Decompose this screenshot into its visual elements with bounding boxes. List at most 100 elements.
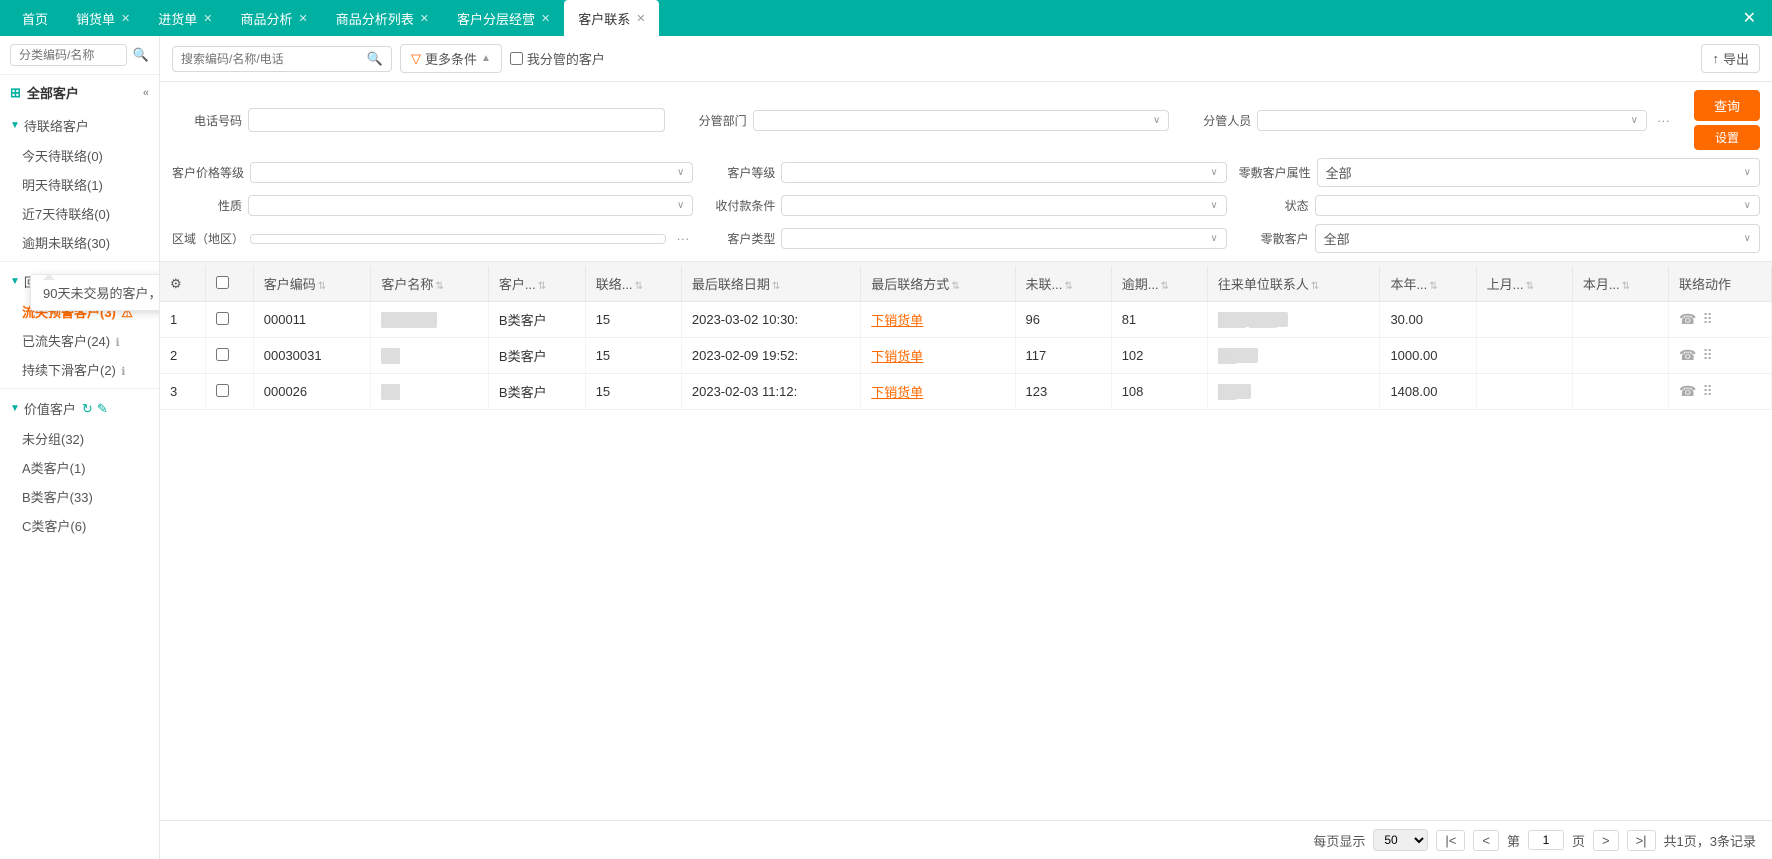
action-icons-1: ☎ ⠿ — [1679, 347, 1761, 364]
row-check-0[interactable] — [205, 302, 253, 338]
refresh-icon[interactable]: ↻ — [82, 401, 93, 417]
select-all-checkbox[interactable] — [216, 276, 229, 289]
dept-select[interactable]: ∨ — [753, 110, 1170, 131]
page-size-select[interactable]: 50 20 100 — [1373, 829, 1428, 851]
sort-icon-uncontacted[interactable]: ⇅ — [1064, 281, 1072, 292]
sidebar-item-b-class[interactable]: B类客户(33) — [0, 482, 159, 511]
sidebar-item-churned[interactable]: 已流失客户(24) ℹ — [0, 326, 159, 355]
customer-type-select[interactable]: ∨ — [781, 228, 1226, 249]
query-button[interactable]: 查询 — [1694, 90, 1760, 121]
gender-select[interactable]: ∨ — [248, 195, 693, 216]
row-type-0: B类客户 — [488, 302, 585, 338]
row-checkbox-2[interactable] — [216, 384, 229, 397]
settings-button[interactable]: 设置 — [1694, 125, 1760, 150]
zero-customer-select[interactable]: 全部 ∨ — [1315, 224, 1760, 253]
filter-search-input[interactable] — [181, 52, 363, 66]
payment-select[interactable]: ∨ — [781, 195, 1226, 216]
more-icon-0[interactable]: ⠿ — [1702, 311, 1712, 328]
sort-icon-way[interactable]: ⇅ — [951, 281, 959, 292]
sort-icon[interactable]: ⇅ — [318, 281, 326, 292]
row-last-way-2[interactable]: 下销货单 — [861, 374, 1015, 410]
row-last-way-1[interactable]: 下销货单 — [861, 338, 1015, 374]
sidebar-item-a-class[interactable]: A类客户(1) — [0, 453, 159, 482]
tab-purchase[interactable]: 进货单 ✕ — [144, 0, 226, 36]
row-last-way-0[interactable]: 下销货单 — [861, 302, 1015, 338]
sidebar-group-pending[interactable]: ▼ 待联络客户 — [0, 110, 159, 141]
row-checkbox-0[interactable] — [216, 312, 229, 325]
person-more-btn[interactable]: ··· — [1653, 113, 1674, 128]
sidebar-item-declining[interactable]: 持续下滑客户(2) ℹ — [0, 355, 159, 384]
first-page-button[interactable]: |< — [1436, 830, 1465, 851]
tab-goods-analysis[interactable]: 商品分析 ✕ — [226, 0, 321, 36]
my-customers-filter[interactable]: 我分管的客户 — [510, 49, 605, 68]
sidebar-item-tomorrow[interactable]: 明天待联络(1) — [0, 170, 159, 199]
edit-icon[interactable]: ✎ — [97, 401, 108, 417]
sidebar-group-value[interactable]: ▼ 价值客户 ↻ ✎ — [0, 393, 159, 424]
contact-icon-0[interactable]: ☎ — [1679, 311, 1696, 328]
contact-icon-2[interactable]: ☎ — [1679, 383, 1696, 400]
tab-goods-analysis-close[interactable]: ✕ — [299, 12, 308, 25]
sort-icon-lmonth[interactable]: ⇅ — [1525, 281, 1533, 292]
sort-icon-year[interactable]: ⇅ — [1429, 281, 1437, 292]
export-button[interactable]: ↑ 导出 — [1701, 44, 1760, 73]
zero-customer-label: 零散客户 — [1239, 230, 1309, 247]
sort-icon-name[interactable]: ⇅ — [435, 281, 443, 292]
row-check-2[interactable] — [205, 374, 253, 410]
person-select[interactable]: ∨ — [1257, 110, 1647, 131]
person-field: 分管人员 ∨ ··· — [1181, 110, 1674, 131]
price-grade-label: 客户价格等级 — [172, 164, 244, 181]
table-header-row: ⚙ 客户编码⇅ 客户名称⇅ 客户...⇅ 联络...⇅ 最后联络日期⇅ 最后联络… — [160, 266, 1772, 302]
sort-icon-unit[interactable]: ⇅ — [1311, 281, 1319, 292]
sidebar-item-7days[interactable]: 近7天待联络(0) — [0, 199, 159, 228]
filter-search-icon[interactable]: 🔍 — [367, 51, 383, 67]
tab-customer-layer[interactable]: 客户分层经营 ✕ — [443, 0, 564, 36]
region-select[interactable] — [250, 234, 666, 244]
more-icon-1[interactable]: ⠿ — [1702, 347, 1712, 364]
sidebar-item-today[interactable]: 今天待联络(0) — [0, 141, 159, 170]
last-way-link-1[interactable]: 下销货单 — [871, 349, 923, 364]
close-all-tabs[interactable]: ✕ — [1735, 8, 1764, 28]
row-check-1[interactable] — [205, 338, 253, 374]
next-page-button[interactable]: > — [1593, 830, 1619, 851]
customer-grade-select[interactable]: ∨ — [781, 162, 1226, 183]
sort-icon-date[interactable]: ⇅ — [772, 281, 780, 292]
sort-icon-type[interactable]: ⇅ — [538, 281, 546, 292]
col-settings[interactable]: ⚙ — [160, 266, 205, 302]
tab-home[interactable]: 首页 — [8, 0, 62, 36]
tab-customer-contact[interactable]: 客户联系 ✕ — [564, 0, 659, 36]
status-select[interactable]: ∨ — [1315, 195, 1760, 216]
sidebar-search-button[interactable]: 🔍 — [133, 47, 149, 63]
more-icon-2[interactable]: ⠿ — [1702, 383, 1712, 400]
contact-icon-1[interactable]: ☎ — [1679, 347, 1696, 364]
last-page-button[interactable]: >| — [1627, 830, 1656, 851]
row-checkbox-1[interactable] — [216, 348, 229, 361]
sort-icon-tmonth[interactable]: ⇅ — [1622, 281, 1630, 292]
sidebar-item-overdue[interactable]: 逾期未联络(30) — [0, 228, 159, 257]
zero-customer-field: 零散客户 全部 ∨ — [1239, 224, 1760, 253]
row-action-2: ☎ ⠿ — [1669, 374, 1772, 410]
more-conditions-button[interactable]: ▽ 更多条件 ▲ — [400, 44, 502, 73]
prev-page-button[interactable]: < — [1473, 830, 1499, 851]
zero-attr-select[interactable]: 全部 ∨ — [1317, 158, 1760, 187]
tab-sales[interactable]: 销货单 ✕ — [62, 0, 144, 36]
last-way-link-0[interactable]: 下销货单 — [871, 313, 923, 328]
region-more-btn[interactable]: ··· — [672, 231, 693, 246]
sidebar-item-c-class[interactable]: C类客户(6) — [0, 511, 159, 540]
sort-icon-overdue[interactable]: ⇅ — [1161, 281, 1169, 292]
tab-purchase-close[interactable]: ✕ — [203, 12, 212, 25]
price-grade-select[interactable]: ∨ — [250, 162, 693, 183]
sidebar-search-input[interactable] — [10, 44, 127, 66]
tab-customer-layer-close[interactable]: ✕ — [541, 12, 550, 25]
sort-icon-contact[interactable]: ⇅ — [635, 281, 643, 292]
my-customers-checkbox[interactable] — [510, 52, 523, 65]
last-way-link-2[interactable]: 下销货单 — [871, 385, 923, 400]
tab-sales-close[interactable]: ✕ — [121, 12, 130, 25]
sidebar-item-ungrouped[interactable]: 未分组(32) — [0, 424, 159, 453]
phone-input[interactable] — [248, 108, 665, 132]
tab-goods-list[interactable]: 商品分析列表 ✕ — [322, 0, 443, 36]
tab-customer-contact-close[interactable]: ✕ — [636, 12, 645, 25]
sidebar-all-customers[interactable]: ⊞ 全部客户 « — [0, 75, 159, 110]
tab-goods-list-close[interactable]: ✕ — [420, 12, 429, 25]
page-number-input[interactable] — [1528, 830, 1564, 850]
row-unit-contact-1: ██ 3... — [1207, 338, 1380, 374]
